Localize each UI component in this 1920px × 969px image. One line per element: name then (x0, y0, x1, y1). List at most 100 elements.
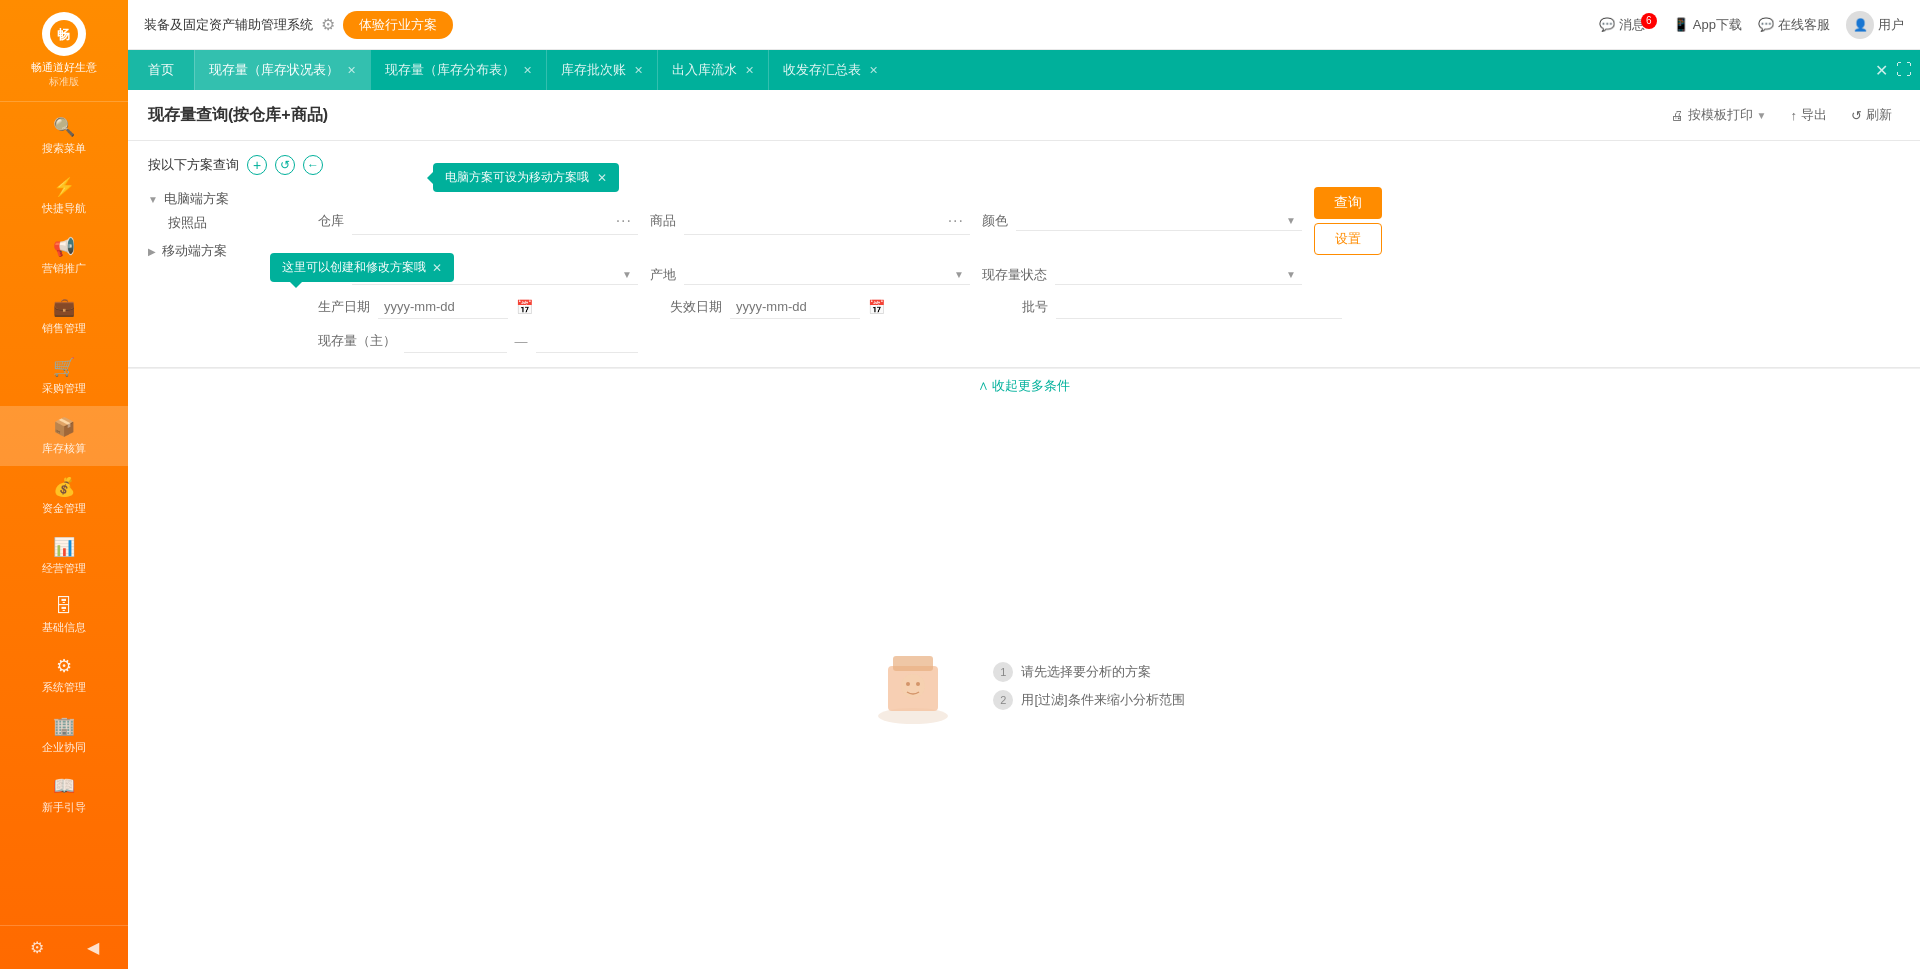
filter-arrow-button[interactable]: ← (303, 155, 323, 175)
stock-status-dropdown[interactable]: ▼ (1055, 265, 1302, 285)
export-label: 导出 (1801, 106, 1827, 124)
batch-input[interactable] (1056, 295, 1342, 319)
settings-bottom-btn[interactable]: ⚙ (26, 934, 48, 961)
filter-refresh-button[interactable]: ↺ (275, 155, 295, 175)
tab-inventory-dist[interactable]: 现存量（库存分布表） ✕ (370, 50, 546, 90)
stock-main-max[interactable] (536, 329, 639, 353)
exp-date-calendar-icon[interactable]: 📅 (868, 299, 885, 315)
sidebar-item-search[interactable]: 🔍 搜索菜单 (0, 106, 128, 166)
sidebar-item-purchase[interactable]: 🛒 采购管理 (0, 346, 128, 406)
tab-close-icon[interactable]: ✕ (523, 64, 532, 77)
tab-actions: ✕ ⛶ (1867, 61, 1920, 80)
app-download-action[interactable]: 📱 App下载 (1673, 16, 1742, 34)
user-action[interactable]: 👤 用户 (1846, 11, 1904, 39)
tab-close-all-btn[interactable]: ✕ (1875, 61, 1888, 80)
stock-main-min[interactable] (404, 329, 507, 353)
tab-home[interactable]: 首页 (128, 50, 194, 90)
sidebar-item-label: 新手引导 (42, 800, 86, 815)
tooltip-close-2[interactable]: ✕ (432, 261, 442, 275)
finance-icon: 💰 (53, 476, 75, 498)
sidebar-item-quick[interactable]: ⚡ 快捷导航 (0, 166, 128, 226)
experience-button[interactable]: 体验行业方案 (343, 11, 453, 39)
main-area: 装备及固定资产辅助管理系统 ⚙ 体验行业方案 💬 消息 6 📱 App下载 💬 … (128, 0, 1920, 969)
warehouse-dropdown[interactable]: ··· (352, 208, 638, 235)
sidebar-item-finance[interactable]: 💰 资金管理 (0, 466, 128, 526)
tab-label: 收发存汇总表 (783, 61, 861, 79)
reset-button[interactable]: 设置 (1314, 223, 1382, 255)
refresh-label: 刷新 (1866, 106, 1892, 124)
warehouse-dots[interactable]: ··· (616, 212, 632, 230)
scheme-child-label: 按照品 (168, 214, 207, 232)
export-btn[interactable]: ↑ 导出 (1783, 102, 1836, 128)
sidebar-item-enterprise[interactable]: 🏢 企业协同 (0, 705, 128, 765)
sidebar-item-operations[interactable]: 📊 经营管理 (0, 526, 128, 586)
empty-illustration (863, 636, 963, 736)
goods-dots[interactable]: ··· (948, 212, 964, 230)
query-button[interactable]: 查询 (1314, 187, 1382, 219)
sidebar-item-inventory[interactable]: 📦 库存核算 (0, 406, 128, 466)
print-btn[interactable]: 🖨 按模板打印 ▼ (1663, 102, 1775, 128)
tab-close-icon[interactable]: ✕ (347, 64, 356, 77)
inventory-icon: 📦 (53, 416, 75, 438)
exp-date-label: 失效日期 (670, 298, 722, 316)
empty-step-2-text: 用[过滤]条件来缩小分析范围 (1021, 691, 1184, 709)
scheme-child-item[interactable]: 按照品 (168, 211, 298, 235)
empty-step-1: 1 请先选择要分析的方案 (993, 662, 1184, 682)
notification-action[interactable]: 💬 消息 6 (1599, 16, 1657, 34)
system-name: 装备及固定资产辅助管理系统 (144, 16, 313, 34)
svg-point-6 (906, 682, 910, 686)
logo-text: 畅通道好生意 (31, 60, 97, 75)
header-right: 💬 消息 6 📱 App下载 💬 在线客服 👤 用户 (1599, 11, 1904, 39)
svg-rect-4 (893, 656, 933, 671)
tooltip-close-1[interactable]: ✕ (597, 171, 607, 185)
tab-inventory-status[interactable]: 现存量（库存状况表） ✕ (194, 50, 370, 90)
origin-arrow-icon: ▼ (954, 269, 964, 280)
scheme-pc-item[interactable]: ▼ 电脑端方案 (148, 187, 298, 211)
refresh-btn[interactable]: ↺ 刷新 (1843, 102, 1900, 128)
tab-close-icon[interactable]: ✕ (634, 64, 643, 77)
stock-status-group: 现存量状态 ▼ (982, 265, 1302, 285)
collapse-sidebar-btn[interactable]: ◀ (83, 934, 103, 961)
sidebar-item-guide[interactable]: 📖 新手引导 (0, 765, 128, 825)
sidebar-item-sales[interactable]: 💼 销售管理 (0, 286, 128, 346)
color-dropdown[interactable]: ▼ (1016, 211, 1302, 231)
sidebar-item-marketing[interactable]: 📢 营销推广 (0, 226, 128, 286)
print-arrow: ▼ (1757, 110, 1767, 121)
header-left: 装备及固定资产辅助管理系统 ⚙ 体验行业方案 (144, 11, 453, 39)
empty-state: 1 请先选择要分析的方案 2 用[过滤]条件来缩小分析范围 (128, 403, 1920, 969)
mfg-date-label: 生产日期 (318, 298, 370, 316)
tab-close-icon[interactable]: ✕ (869, 64, 878, 77)
tab-label: 出入库流水 (672, 61, 737, 79)
tab-inout-flow[interactable]: 出入库流水 ✕ (657, 50, 768, 90)
goods-dropdown[interactable]: ··· (684, 208, 970, 235)
filter-row-4: 现存量（主） — (318, 329, 1900, 353)
content: 现存量查询(按仓库+商品) 🖨 按模板打印 ▼ ↑ 导出 ↺ 刷新 (128, 90, 1920, 969)
tab-expand-btn[interactable]: ⛶ (1896, 61, 1912, 79)
goods-label: 商品 (650, 212, 676, 230)
collapse-bar[interactable]: ∧ 收起更多条件 (128, 368, 1920, 403)
mfg-date-input[interactable] (378, 295, 508, 319)
sidebar-item-system[interactable]: ⚙ 系统管理 (0, 645, 128, 705)
mfg-date-calendar-icon[interactable]: 📅 (516, 299, 533, 315)
color-group: 颜色 ▼ (982, 211, 1302, 231)
page-actions: 🖨 按模板打印 ▼ ↑ 导出 ↺ 刷新 (1663, 102, 1900, 128)
origin-group: 产地 ▼ (650, 265, 970, 285)
avatar: 👤 (1846, 11, 1874, 39)
print-icon: 🖨 (1671, 108, 1684, 123)
sidebar-nav: 🔍 搜索菜单 ⚡ 快捷导航 📢 营销推广 💼 销售管理 🛒 采购管理 📦 库存核… (0, 106, 128, 925)
sidebar-item-label: 采购管理 (42, 381, 86, 396)
tab-collection[interactable]: 收发存汇总表 ✕ (768, 50, 892, 90)
divider: — (515, 334, 528, 349)
filter-add-button[interactable]: + (247, 155, 267, 175)
tab-batch-ledger[interactable]: 库存批次账 ✕ (546, 50, 657, 90)
expand-arrow-icon: ▶ (148, 246, 156, 257)
purchase-icon: 🛒 (53, 356, 75, 378)
tab-close-icon[interactable]: ✕ (745, 64, 754, 77)
online-support-action[interactable]: 💬 在线客服 (1758, 16, 1830, 34)
exp-date-input[interactable] (730, 295, 860, 319)
stock-main-label: 现存量（主） (318, 332, 396, 350)
origin-dropdown[interactable]: ▼ (684, 265, 970, 285)
mfg-date-group: 生产日期 📅 (318, 295, 658, 319)
header-settings-icon[interactable]: ⚙ (321, 15, 335, 34)
sidebar-item-base[interactable]: 🗄 基础信息 (0, 586, 128, 645)
